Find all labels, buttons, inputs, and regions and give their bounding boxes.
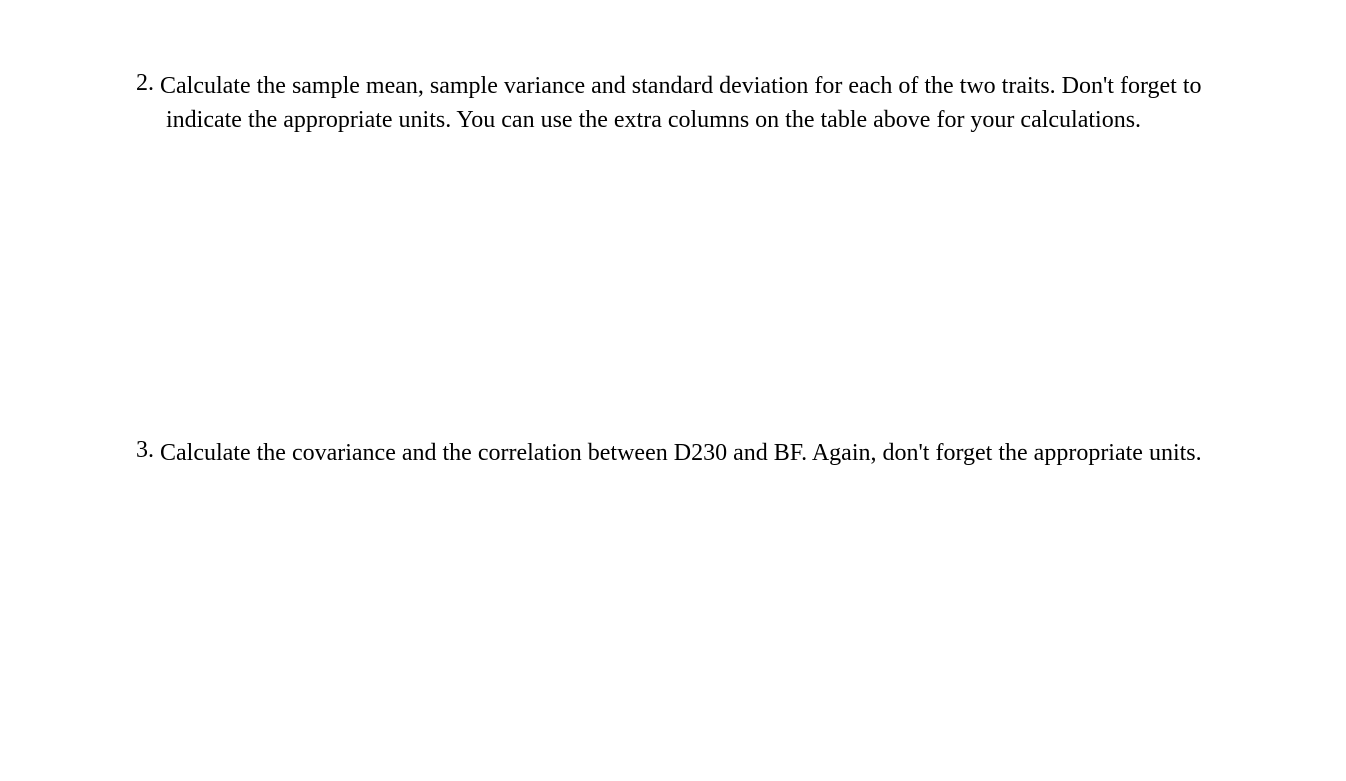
question-text: Calculate the covariance and the correla…	[160, 437, 1202, 471]
question-number: 2.	[136, 70, 160, 137]
question-number: 3.	[136, 437, 160, 471]
question-item: 2. Calculate the sample mean, sample var…	[136, 70, 1246, 137]
question-item: 3. Calculate the covariance and the corr…	[136, 437, 1246, 471]
question-text: Calculate the sample mean, sample varian…	[160, 70, 1246, 137]
